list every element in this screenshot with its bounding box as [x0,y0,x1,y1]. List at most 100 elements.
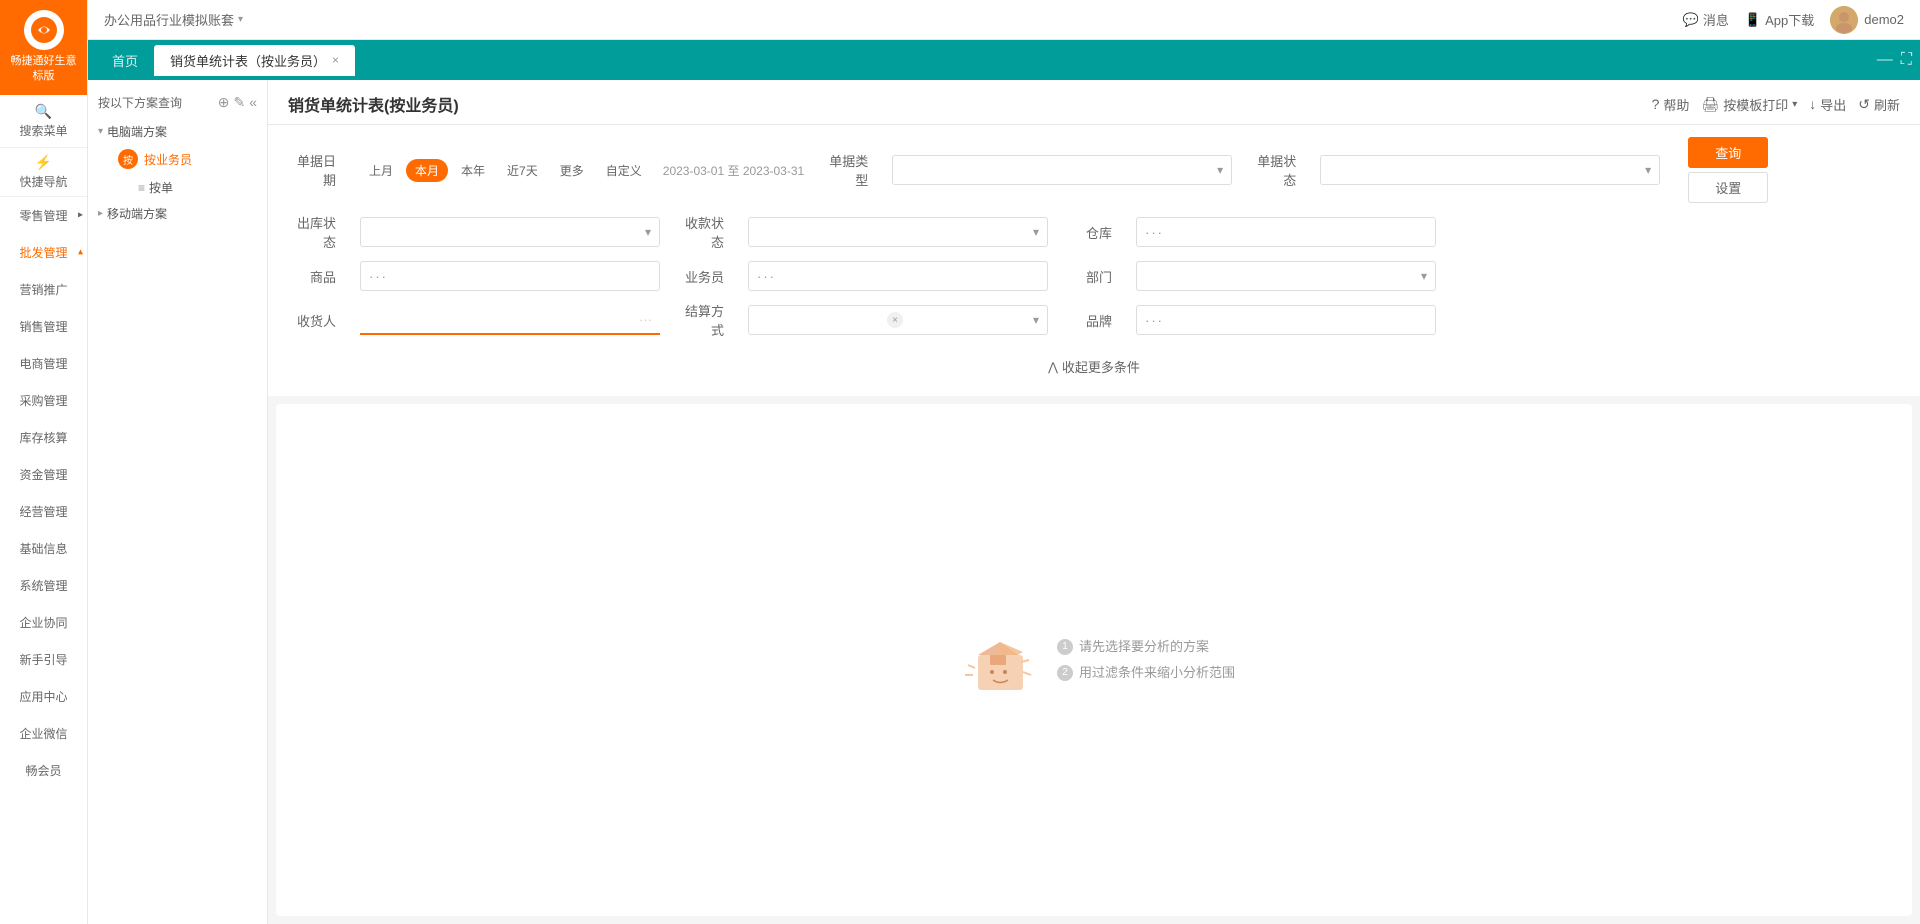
date-range-value: 2023-03-01 至 2023-03-31 [663,162,804,179]
chevron-down-icon: ▾ [1033,313,1039,327]
mobile-scheme-label: 移动端方案 [107,205,167,222]
sidebar-item-system[interactable]: 系统管理 [0,567,87,604]
sidebar-item-quick-nav[interactable]: ⚡ 快捷导航 [0,148,87,197]
date-tab-last-month[interactable]: 上月 [360,159,402,182]
sidebar-label-purchase: 采购管理 [4,392,83,409]
sidebar-label-retail: 零售管理 [4,207,83,224]
sidebar-item-inventory[interactable]: 库存核算 [0,419,87,456]
refresh-button[interactable]: ↺ 刷新 [1858,95,1900,114]
app-label: App下载 [1765,10,1814,29]
edit-scheme-icon[interactable]: ✎ [233,94,245,111]
sidebar-item-finance[interactable]: 资金管理 [0,456,87,493]
app-logo[interactable]: 畅捷通好生意 标版 [0,0,87,95]
mobile-icon: 📱 [1745,12,1761,28]
sidebar-label-basic-info: 基础信息 [4,540,83,557]
tab-bar: 首页 销货单统计表（按业务员） × — ⛶ [88,40,1920,80]
recv-status-select[interactable]: ▾ [748,217,1048,247]
sidebar-item-member[interactable]: 畅会员 [0,752,87,789]
tab-home[interactable]: 首页 [96,45,154,76]
filter-row-3: 商品 ··· 业务员 ··· 部门 ▾ [288,261,1900,291]
sidebar-item-marketing[interactable]: 营销推广 [0,271,87,308]
date-tab-this-year[interactable]: 本年 [452,159,494,182]
out-status-select[interactable]: ▾ [360,217,660,247]
scheme-sub-icon: ≡ [138,181,145,195]
sidebar: 畅捷通好生意 标版 🔍 搜索菜单 ⚡ 快捷导航 零售管理 ▸ 批发管理 ▴ 营销… [0,0,88,924]
header-right: 💬 消息 📱 App下载 demo2 [1683,6,1904,34]
empty-state: 1 请先选择要分析的方案 2 用过滤条件来缩小分析范围 [953,620,1235,700]
desktop-scheme-section: ▾ 电脑端方案 按 按业务员 ≡ 按单 [88,119,267,201]
product-placeholder: ··· [369,269,388,284]
mobile-scheme-header[interactable]: ▸ 移动端方案 [88,201,267,226]
payment-method-select[interactable]: × ▾ [748,305,1048,335]
filter-row-4: 收货人 ··· 结算方式 × ▾ 品牌 ··· [288,301,1900,339]
clear-payment-icon[interactable]: × [887,312,903,328]
sidebar-item-search[interactable]: 🔍 搜索菜单 [0,95,87,148]
sidebar-label-new-guide: 新手引导 [4,651,83,668]
export-icon: ↓ [1809,96,1816,112]
user-menu[interactable]: demo2 [1830,6,1904,34]
out-status-label: 出库状态 [288,213,344,251]
scheme-active-icon: 按 [118,149,138,169]
chevron-down-icon: ▾ [645,225,651,239]
settings-button[interactable]: 设置 [1688,172,1768,203]
recv-status-label: 收款状态 [676,213,732,251]
scheme-item-by-bill[interactable]: ≡ 按单 [108,174,267,201]
bill-type-select[interactable]: ▾ [892,155,1232,185]
username-label: demo2 [1864,12,1904,27]
sidebar-item-retail[interactable]: 零售管理 ▸ [0,197,87,234]
bill-status-select[interactable]: ▾ [1320,155,1660,185]
salesperson-select[interactable]: ··· [748,261,1048,291]
warehouse-select[interactable]: ··· [1136,217,1436,247]
collapse-panel-icon[interactable]: « [249,94,257,111]
window-minimize-icon[interactable]: — [1877,51,1893,69]
chevron-right-icon: ▸ [78,210,83,221]
product-select[interactable]: ··· [360,261,660,291]
product-label: 商品 [288,267,344,286]
expand-arrow-icon: ▸ [98,208,103,219]
sidebar-item-wechat[interactable]: 企业微信 [0,715,87,752]
app-download-btn[interactable]: 📱 App下载 [1745,10,1814,29]
collapse-row: ⋀ 收起更多条件 [288,349,1900,384]
receiver-input[interactable]: ··· [360,305,660,335]
top-header: 办公用品行业模拟账套 ▾ 💬 消息 📱 App下载 [88,0,1920,40]
add-scheme-icon[interactable]: ⊕ [218,94,230,111]
sidebar-item-app-center[interactable]: 应用中心 [0,678,87,715]
sidebar-item-purchase[interactable]: 采购管理 [0,382,87,419]
date-tab-custom[interactable]: 自定义 [597,159,651,182]
chevron-down-icon: ▾ [238,14,243,25]
company-selector[interactable]: 办公用品行业模拟账套 ▾ [104,10,243,29]
tab-home-label: 首页 [112,51,138,70]
sidebar-label-marketing: 营销推广 [4,281,83,298]
help-button[interactable]: ? 帮助 [1652,95,1690,114]
logo-text: 畅捷通好生意 标版 [8,54,79,85]
sidebar-item-wholesale[interactable]: 批发管理 ▴ [0,234,87,271]
sidebar-item-new-guide[interactable]: 新手引导 [0,641,87,678]
scheme-item-by-salesperson[interactable]: 按 按业务员 [108,144,267,174]
receiver-label: 收货人 [288,311,344,330]
query-button[interactable]: 查询 [1688,137,1768,168]
date-tab-this-month[interactable]: 本月 [406,159,448,182]
desktop-scheme-label: 电脑端方案 [107,123,167,140]
tip-2-text: 用过滤条件来缩小分析范围 [1079,660,1235,686]
date-tab-more[interactable]: 更多 [551,159,593,182]
desktop-scheme-header[interactable]: ▾ 电脑端方案 [88,119,267,144]
sidebar-item-basic-info[interactable]: 基础信息 [0,530,87,567]
date-tab-7days[interactable]: 近7天 [498,159,547,182]
sidebar-item-ecommerce[interactable]: 电商管理 [0,345,87,382]
sidebar-item-operations[interactable]: 经营管理 [0,493,87,530]
collapse-label: 收起更多条件 [1062,357,1140,376]
print-button[interactable]: 🖨 按模板打印 ▾ [1701,95,1797,114]
tab-active[interactable]: 销货单统计表（按业务员） × [154,45,355,76]
sidebar-item-sales[interactable]: 销售管理 [0,308,87,345]
export-button[interactable]: ↓ 导出 [1809,95,1846,114]
sidebar-item-enterprise[interactable]: 企业协同 [0,604,87,641]
message-btn[interactable]: 💬 消息 [1683,10,1729,29]
window-maximize-icon[interactable]: ⛶ [1901,51,1912,69]
brand-select[interactable]: ··· [1136,305,1436,335]
sidebar-label-wholesale: 批发管理 [4,244,83,261]
collapse-button[interactable]: ⋀ 收起更多条件 [1036,353,1152,380]
scheme-panel-header: 按以下方案查询 ⊕ ✎ « [88,90,267,119]
department-select[interactable]: ▾ [1136,261,1436,291]
tab-close-icon[interactable]: × [332,53,339,67]
help-icon: ? [1652,96,1660,112]
